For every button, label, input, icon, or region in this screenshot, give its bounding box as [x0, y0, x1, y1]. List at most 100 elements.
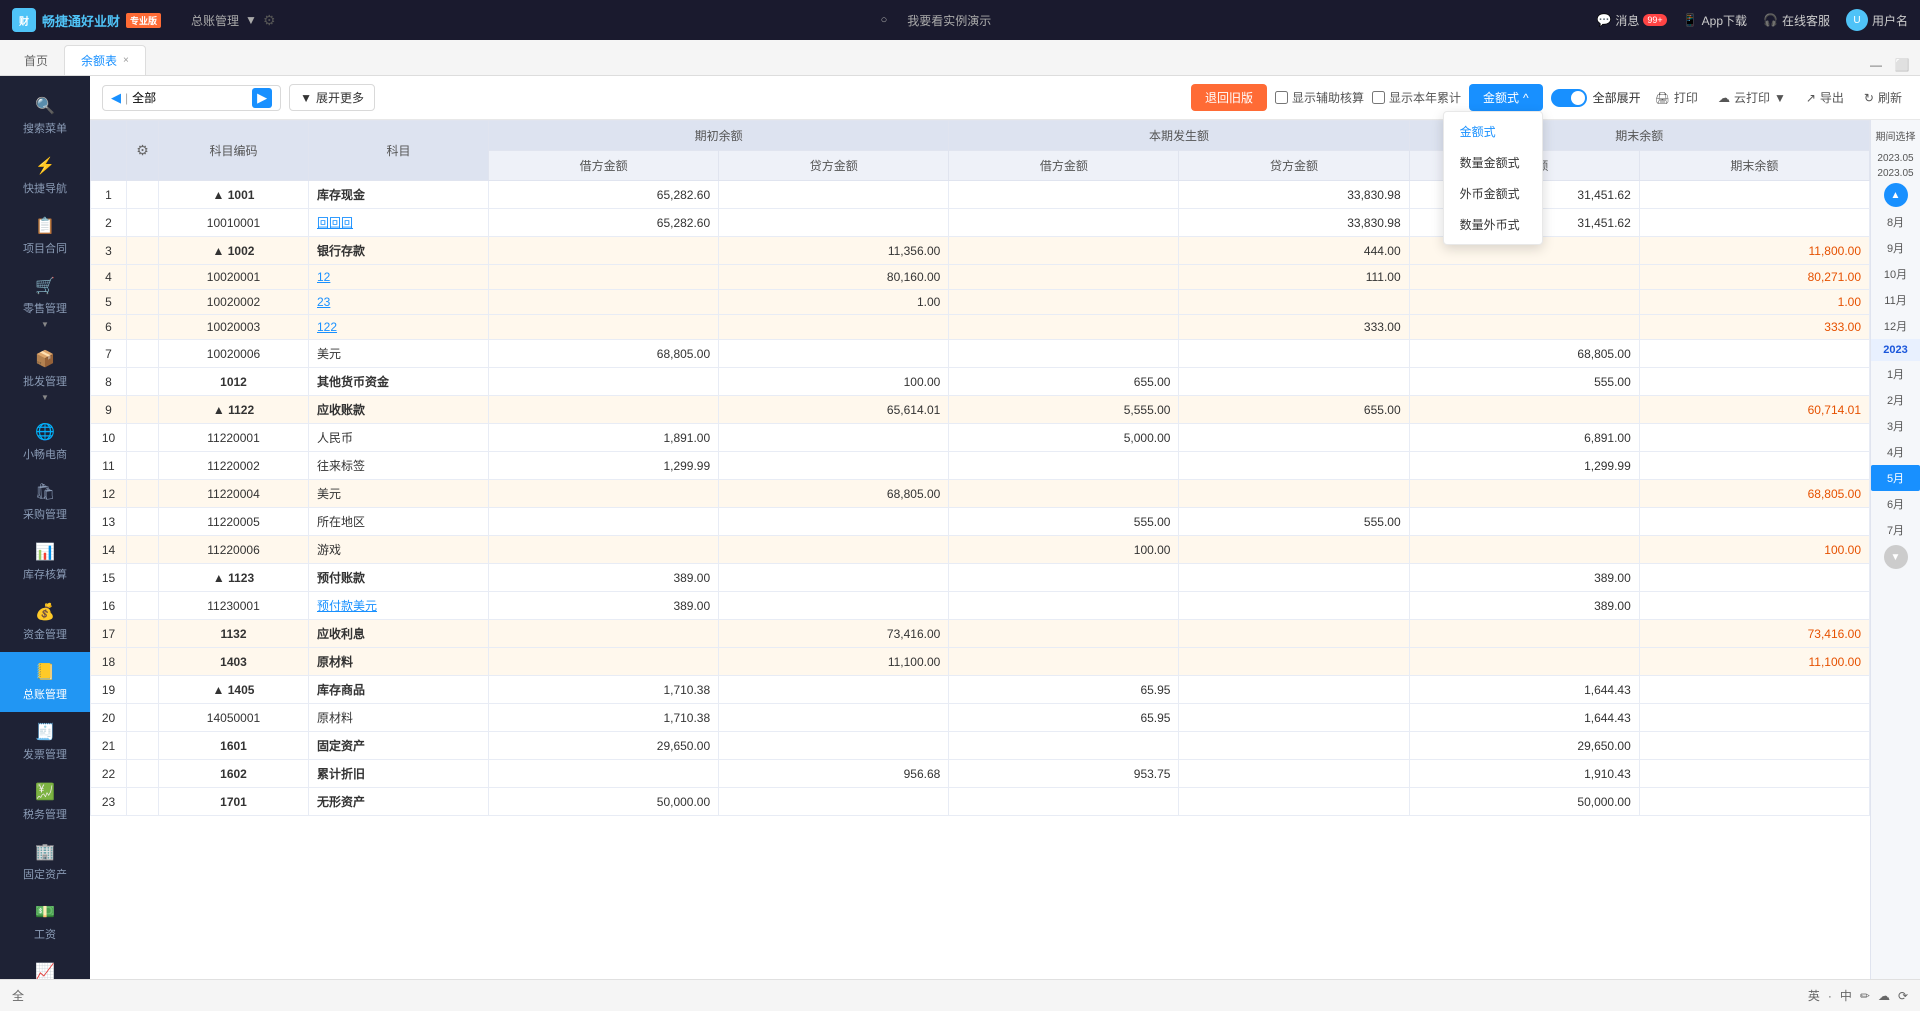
show-aux-checkbox[interactable]: 显示辅助核算 — [1275, 89, 1364, 106]
toggle-switch-control[interactable] — [1551, 89, 1587, 107]
table-row[interactable]: 1311220005所在地区555.00555.00 — [91, 508, 1870, 536]
mode-option-qty-foreign[interactable]: 数量外币式 — [1444, 209, 1542, 240]
cell-row-settings[interactable] — [127, 788, 159, 816]
service-btn[interactable]: 🎧 在线客服 — [1763, 12, 1830, 29]
sidebar-item-shortcut[interactable]: ⚡ 快捷导航 — [0, 146, 90, 206]
table-row[interactable]: 1211220004美元68,805.0068,805.00 — [91, 480, 1870, 508]
sidebar-item-ledger[interactable]: 📒 总账管理 — [0, 652, 90, 712]
settings-gear-icon[interactable]: ⚙ — [263, 12, 276, 29]
table-container[interactable]: ⚙ 科目编码 科目 期初余额 本期发生额 期末余额 借方金额 贷方金额 借方金额 — [90, 120, 1870, 979]
table-row[interactable]: 231701无形资产50,000.0050,000.00 — [91, 788, 1870, 816]
cell-row-settings[interactable] — [127, 732, 159, 760]
sidebar-item-retail[interactable]: 🛒 零售管理 ▼ — [0, 266, 90, 339]
edit-icon[interactable]: ✏ — [1860, 989, 1870, 1003]
cell-row-settings[interactable] — [127, 620, 159, 648]
table-row[interactable]: 3▲ 1002银行存款11,356.00444.0011,800.00 — [91, 237, 1870, 265]
cell-name[interactable]: 23 — [309, 290, 489, 315]
tab-balance[interactable]: 余额表 × — [64, 45, 146, 75]
cell-row-settings[interactable] — [127, 340, 159, 368]
table-row[interactable]: 1011220001人民币1,891.005,000.006,891.00 — [91, 424, 1870, 452]
sidebar-item-business[interactable]: 📈 经营管理 — [0, 952, 90, 979]
table-row[interactable]: 510020002231.001.00 — [91, 290, 1870, 315]
sidebar-item-asset[interactable]: 🏢 固定资产 — [0, 832, 90, 892]
cell-row-settings[interactable] — [127, 592, 159, 620]
cell-row-settings[interactable] — [127, 396, 159, 424]
tab-close-icon[interactable]: × — [123, 55, 129, 66]
table-row[interactable]: 19▲ 1405库存商品1,710.3865.951,644.43 — [91, 676, 1870, 704]
expand-more-btn[interactable]: ▼ 展开更多 — [289, 84, 375, 111]
mode-option-qty-amount[interactable]: 数量金额式 — [1444, 147, 1542, 178]
cell-row-settings[interactable] — [127, 760, 159, 788]
cell-row-settings[interactable] — [127, 648, 159, 676]
cell-row-settings[interactable] — [127, 368, 159, 396]
cell-row-settings[interactable] — [127, 676, 159, 704]
sidebar-item-invoice[interactable]: 🧾 发票管理 — [0, 712, 90, 772]
cell-row-settings[interactable] — [127, 704, 159, 732]
aux-checkbox-input[interactable] — [1275, 91, 1288, 104]
tab-maximize-btn[interactable]: ⬜ — [1892, 55, 1912, 75]
mode-option-foreign-amount[interactable]: 外币金额式 — [1444, 178, 1542, 209]
cell-name[interactable]: 122 — [309, 315, 489, 340]
sidebar-item-purchase[interactable]: 🛍 采购管理 — [0, 472, 90, 532]
table-row[interactable]: 1▲ 1001库存现金65,282.6033,830.9831,451.62 — [91, 181, 1870, 209]
table-row[interactable]: 1411220006游戏100.00100.00 — [91, 536, 1870, 564]
table-row[interactable]: 81012其他货币资金100.00655.00555.00 — [91, 368, 1870, 396]
sync-icon[interactable]: ⟳ — [1898, 989, 1908, 1003]
sidebar-item-contract[interactable]: 📋 项目合同 — [0, 206, 90, 266]
nav-dropdown[interactable]: 总账管理 ▼ ⚙ — [191, 12, 275, 29]
cell-row-settings[interactable] — [127, 315, 159, 340]
table-row[interactable]: 610020003122333.00333.00 — [91, 315, 1870, 340]
table-row[interactable]: 15▲ 1123预付账款389.00389.00 — [91, 564, 1870, 592]
period-item-5[interactable]: 5月 — [1871, 465, 1920, 491]
download-btn[interactable]: 📱 App下载 — [1683, 12, 1747, 29]
export-btn[interactable]: ↗ 导出 — [1800, 85, 1850, 110]
table-row[interactable]: 1111220002往来标签1,299.991,299.99 — [91, 452, 1870, 480]
table-settings-icon[interactable]: ⚙ — [136, 142, 149, 158]
sidebar-item-tax[interactable]: 💹 税务管理 — [0, 772, 90, 832]
col-settings-header[interactable]: ⚙ — [127, 121, 159, 181]
lang-en[interactable]: 英 — [1808, 987, 1820, 1004]
cell-row-settings[interactable] — [127, 424, 159, 452]
cell-row-settings[interactable] — [127, 290, 159, 315]
cell-row-settings[interactable] — [127, 564, 159, 592]
message-btn[interactable]: 💬 消息 99+ — [1596, 12, 1666, 29]
table-row[interactable]: 211601固定资产29,650.0029,650.00 — [91, 732, 1870, 760]
cell-row-settings[interactable] — [127, 480, 159, 508]
table-row[interactable]: 181403原材料11,100.0011,100.00 — [91, 648, 1870, 676]
demo-link[interactable]: 我要看实例演示 — [907, 12, 991, 29]
user-btn[interactable]: U 用户名 — [1846, 9, 1908, 31]
show-yearly-checkbox[interactable]: 显示本年累计 — [1372, 89, 1461, 106]
cell-row-settings[interactable] — [127, 181, 159, 209]
period-item-10[interactable]: 10月 — [1871, 261, 1920, 287]
cell-name[interactable]: 回回回 — [309, 209, 489, 237]
sidebar-item-wholesale[interactable]: 📦 批发管理 ▼ — [0, 339, 90, 412]
lang-zh[interactable]: 中 — [1840, 987, 1852, 1004]
table-row[interactable]: 210010001回回回65,282.6033,830.9831,451.62 — [91, 209, 1870, 237]
search-box[interactable]: ◀ | ▶ — [102, 85, 281, 111]
period-item-7[interactable]: 7月 — [1871, 517, 1920, 543]
sidebar-item-ecommerce[interactable]: 🌐 小畅电商 — [0, 412, 90, 472]
period-item-8[interactable]: 8月 — [1871, 209, 1920, 235]
period-item-12[interactable]: 12月 — [1871, 313, 1920, 339]
period-item-11[interactable]: 11月 — [1871, 287, 1920, 313]
mode-btn[interactable]: 金额式 ^ — [1469, 84, 1543, 111]
cloud-print-btn[interactable]: ☁ 云打印 ▼ — [1712, 85, 1792, 110]
sidebar-item-search[interactable]: 🔍 搜索菜单 — [0, 86, 90, 146]
cell-row-settings[interactable] — [127, 452, 159, 480]
refresh-btn[interactable]: ↻ 刷新 — [1858, 85, 1908, 110]
table-row[interactable]: 9▲ 1122应收账款65,614.015,555.00655.0060,714… — [91, 396, 1870, 424]
period-nav-down[interactable]: ▼ — [1884, 545, 1908, 569]
table-row[interactable]: 4100200011280,160.00111.0080,271.00 — [91, 265, 1870, 290]
expand-all-toggle[interactable]: 全部展开 — [1551, 89, 1641, 107]
sidebar-item-capital[interactable]: 💰 资金管理 — [0, 592, 90, 652]
period-item-3[interactable]: 3月 — [1871, 413, 1920, 439]
table-row[interactable]: 171132应收利息73,416.0073,416.00 — [91, 620, 1870, 648]
yearly-checkbox-input[interactable] — [1372, 91, 1385, 104]
table-row[interactable]: 710020006美元68,805.0068,805.00 — [91, 340, 1870, 368]
return-old-btn[interactable]: 退回旧版 — [1191, 84, 1267, 111]
cell-row-settings[interactable] — [127, 237, 159, 265]
cell-row-settings[interactable] — [127, 209, 159, 237]
cell-name[interactable]: 12 — [309, 265, 489, 290]
period-nav-up[interactable]: ▲ — [1884, 183, 1908, 207]
search-back-icon[interactable]: ◀ — [111, 90, 121, 106]
